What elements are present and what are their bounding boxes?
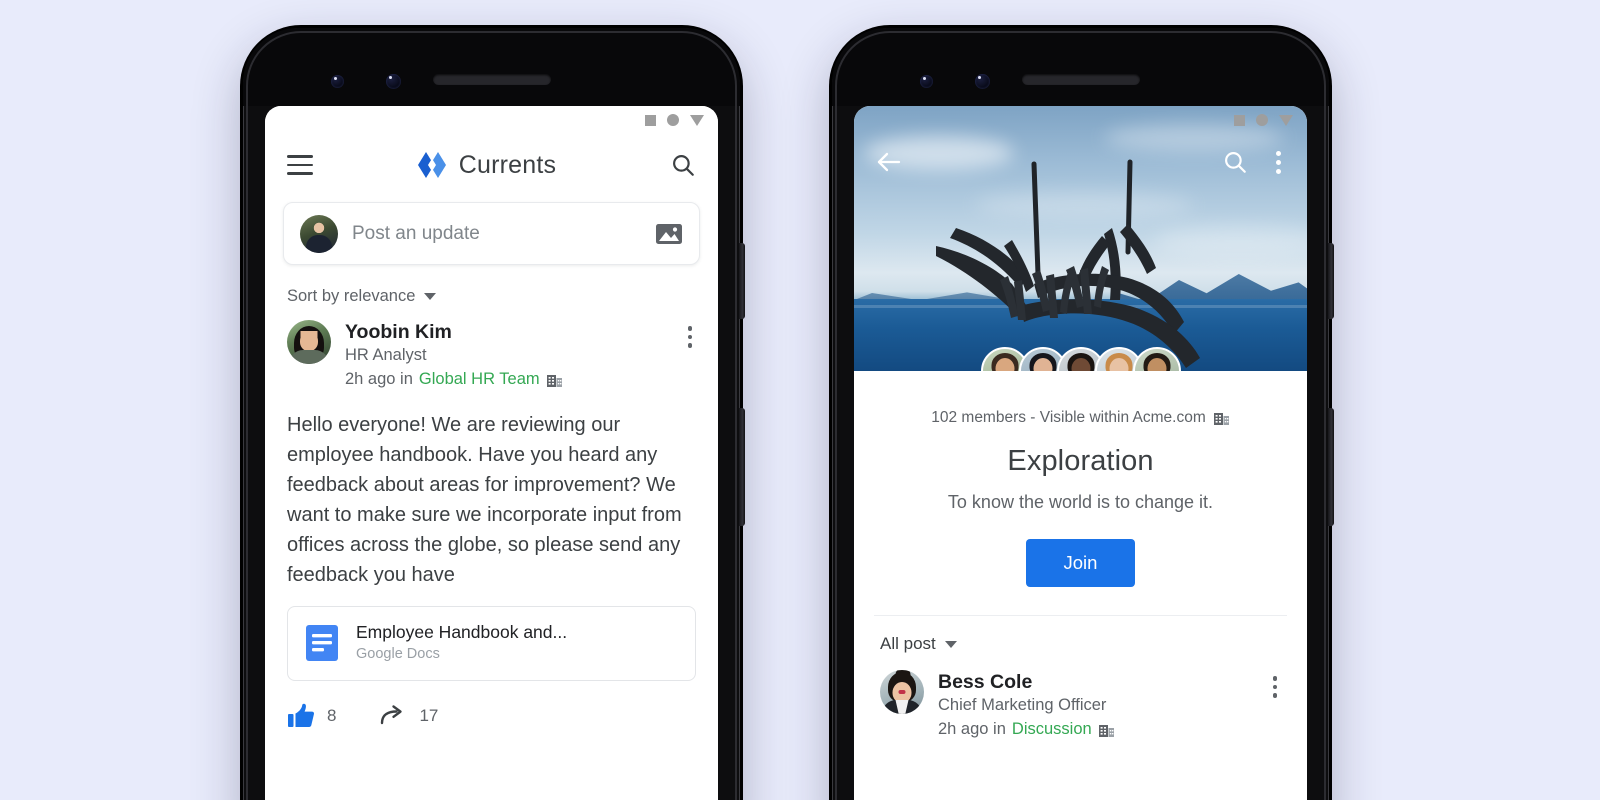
volume-button-left[interactable]	[739, 408, 745, 526]
post-more-options-icon[interactable]	[1269, 670, 1282, 704]
building-icon	[546, 375, 562, 388]
power-button-left[interactable]	[739, 243, 745, 319]
post-reactions-bar: 8 17	[287, 703, 696, 743]
circle-icon	[1256, 114, 1268, 126]
sort-label: Sort by relevance	[287, 287, 416, 305]
back-arrow-icon[interactable]	[876, 150, 903, 174]
post-author-avatar[interactable]	[880, 670, 924, 714]
post-composer[interactable]: Post an update	[283, 202, 700, 265]
group-members-meta: 102 members - Visible within Acme.com	[874, 409, 1287, 427]
group-name: Exploration	[1007, 445, 1154, 477]
share-arrow-icon	[381, 705, 403, 724]
front-camera-secondary-icon	[386, 74, 401, 89]
volume-button-right[interactable]	[1328, 408, 1334, 526]
post-author-meta: Bess Cole Chief Marketing Officer 2h ago…	[938, 670, 1255, 742]
group-top-bar	[854, 134, 1307, 190]
post-group-link[interactable]: Global HR Team	[419, 368, 540, 392]
chevron-down-icon	[944, 640, 957, 648]
post-author-role: Chief Marketing Officer	[938, 696, 1107, 715]
front-camera-icon	[331, 75, 344, 88]
triangle-down-icon	[1279, 114, 1293, 126]
post-author-name[interactable]: Yoobin Kim	[345, 320, 670, 344]
member-avatar-5[interactable]	[1132, 347, 1181, 371]
feed-post: Yoobin Kim HR Analyst 2h ago in Global H…	[265, 314, 718, 743]
post-header: Bess Cole Chief Marketing Officer 2h ago…	[880, 670, 1281, 742]
post-attachment-card[interactable]: Employee Handbook and... Google Docs	[287, 606, 696, 681]
square-icon	[645, 114, 656, 126]
triangle-down-icon	[690, 114, 704, 126]
group-info: 102 members - Visible within Acme.com Ex…	[854, 371, 1307, 616]
circle-icon	[667, 114, 679, 126]
post-timestamp: 2h ago in Global HR Team	[345, 368, 670, 392]
post-more-options-icon[interactable]	[684, 320, 697, 354]
group-tagline: To know the world is to change it.	[947, 492, 1214, 512]
post-author-avatar[interactable]	[287, 320, 331, 364]
composer-placeholder[interactable]: Post an update	[352, 223, 641, 245]
app-brand: Currents	[301, 150, 670, 180]
post-header: Yoobin Kim HR Analyst 2h ago in Global H…	[287, 320, 696, 392]
phone-device-right: 102 members - Visible within Acme.com Ex…	[832, 28, 1334, 800]
front-camera-icon	[920, 75, 933, 88]
phone-top-bezel-right	[832, 28, 1329, 106]
google-docs-icon	[306, 625, 338, 662]
post-author-role: HR Analyst	[345, 346, 427, 365]
chevron-down-icon	[424, 293, 437, 300]
square-icon	[1234, 114, 1245, 126]
share-action[interactable]: 17	[380, 704, 438, 728]
attachment-meta: Employee Handbook and... Google Docs	[356, 621, 567, 666]
like-action[interactable]: 8	[287, 703, 336, 729]
power-button-right[interactable]	[1328, 243, 1334, 319]
more-options-icon[interactable]	[1272, 145, 1285, 180]
status-bar-left	[265, 106, 718, 134]
earpiece-speaker	[432, 74, 551, 85]
attachment-title: Employee Handbook and...	[356, 622, 568, 643]
post-filter-dropdown[interactable]: All post	[854, 616, 1307, 660]
search-icon[interactable]	[1222, 149, 1248, 175]
screen-currents-feed: Currents Post an update Sort by relevanc…	[265, 106, 718, 800]
image-attachment-icon[interactable]	[655, 222, 683, 246]
composer-avatar	[300, 214, 338, 253]
building-icon	[1098, 725, 1114, 738]
member-avatars-row[interactable]	[980, 347, 1181, 371]
earpiece-speaker	[1021, 74, 1140, 85]
front-camera-secondary-icon	[975, 74, 990, 89]
post-filter-label: All post	[880, 634, 936, 653]
status-bar-right	[854, 106, 1307, 134]
phone-top-bezel-left	[243, 28, 740, 106]
post-body-text: Hello everyone! We are reviewing our emp…	[287, 414, 682, 587]
thumbs-up-icon	[288, 703, 315, 727]
app-bar: Currents	[265, 134, 718, 196]
post-time-text: 2h ago in	[345, 370, 413, 389]
group-members-text: 102 members - Visible within Acme.com	[931, 409, 1206, 426]
phone-device-left: Currents Post an update Sort by relevanc…	[243, 28, 745, 800]
screenshot-stage: Currents Post an update Sort by relevanc…	[0, 0, 1600, 800]
join-button[interactable]: Join	[1025, 539, 1136, 587]
screen-group-profile: 102 members - Visible within Acme.com Ex…	[854, 106, 1307, 800]
search-icon[interactable]	[670, 152, 696, 178]
post-timestamp: 2h ago in Discussion	[938, 718, 1255, 742]
group-feed-post: Bess Cole Chief Marketing Officer 2h ago…	[854, 660, 1307, 742]
post-author-meta: Yoobin Kim HR Analyst 2h ago in Global H…	[345, 320, 670, 392]
app-title: Currents	[458, 150, 557, 179]
group-hero-image	[854, 106, 1307, 371]
building-icon	[1213, 413, 1229, 425]
attachment-subtitle: Google Docs	[356, 645, 440, 662]
post-time-text: 2h ago in	[938, 720, 1006, 739]
share-count: 17	[419, 705, 439, 725]
post-author-name[interactable]: Bess Cole	[938, 670, 1255, 694]
post-group-link[interactable]: Discussion	[1012, 718, 1092, 742]
currents-logo-icon	[417, 152, 446, 178]
like-count: 8	[327, 705, 337, 725]
sort-dropdown[interactable]: Sort by relevance	[265, 265, 718, 314]
